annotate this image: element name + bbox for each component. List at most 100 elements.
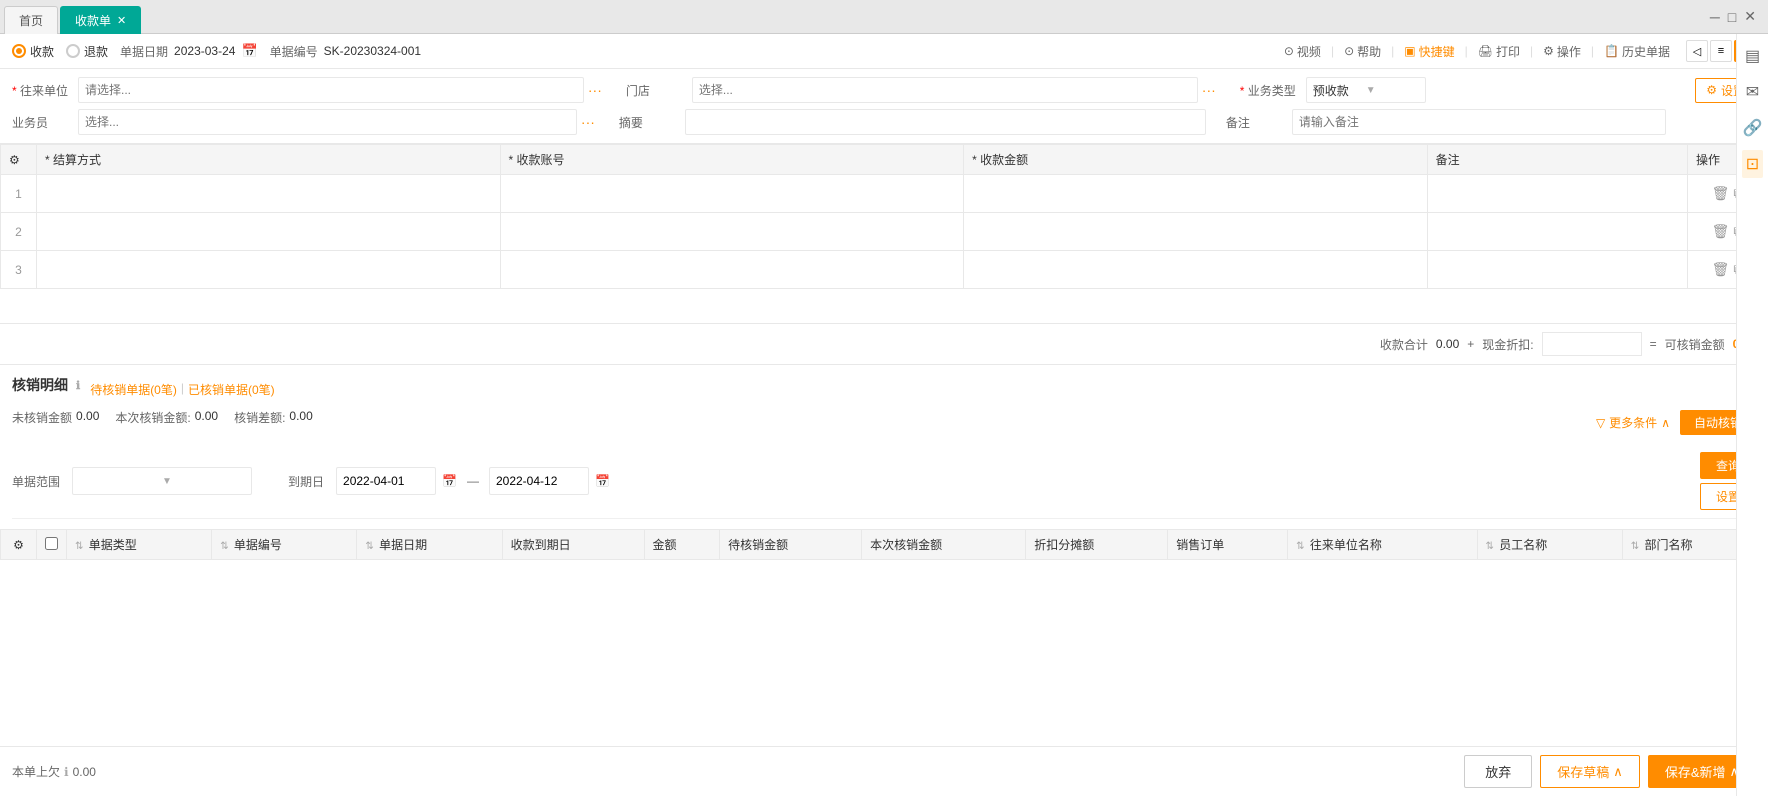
verify-tabs: 待核销单据(0笔) | 已核销单据(0笔): [90, 381, 274, 398]
diff-label: 核销差额:: [234, 409, 285, 426]
form-row-1: * 往来单位 ··· 门店 ··· * 业务类型 预收款 ▼: [12, 77, 1756, 103]
row1-account[interactable]: [500, 175, 964, 213]
settings-icon: ⚙: [9, 153, 20, 167]
shortcut-link[interactable]: ▣ 快捷键: [1404, 43, 1454, 60]
video-link[interactable]: ⊙ 视频: [1284, 43, 1321, 60]
bth-amount[interactable]: 金额: [644, 530, 720, 560]
save-draft-button[interactable]: 保存草稿 ∧: [1540, 755, 1640, 788]
tab-receipt[interactable]: 收款单 ✕: [60, 6, 141, 34]
row1-payment[interactable]: [37, 175, 501, 213]
radio-receipt[interactable]: 收款: [12, 43, 54, 60]
due-label: 到期日: [288, 473, 324, 490]
minimize-button[interactable]: ─: [1710, 8, 1720, 25]
row2-account[interactable]: [500, 213, 964, 251]
row3-remark[interactable]: [1427, 251, 1687, 289]
current-stat: 本次核销金额: 0.00: [115, 409, 218, 426]
bth-discount[interactable]: 折扣分摊额: [1026, 530, 1168, 560]
tab-done[interactable]: 已核销单据(0笔): [188, 381, 275, 398]
date-value[interactable]: 2023-03-24: [174, 44, 235, 58]
staff-input[interactable]: [78, 109, 577, 135]
video-label: 视频: [1297, 43, 1321, 60]
footer-buttons: 放弃 保存草稿 ∧ 保存&新增 ∧: [1464, 755, 1756, 788]
plus-sign: +: [1467, 337, 1474, 351]
bth-current[interactable]: 本次核销金额: [862, 530, 1026, 560]
footer-info-icon[interactable]: ℹ: [64, 765, 69, 779]
bth-bill-num[interactable]: 单据编号: [212, 530, 357, 560]
discount-input[interactable]: [1542, 332, 1642, 356]
unchecked-stat: 未核销金额 0.00: [12, 409, 99, 426]
radio-refund[interactable]: 退款: [66, 43, 108, 60]
bth-bill-type[interactable]: 单据类型: [67, 530, 212, 560]
prev-icon-btn[interactable]: ◁: [1686, 40, 1708, 62]
sidebar-clip-icon[interactable]: 🔗: [1739, 114, 1767, 142]
unit-more-icon[interactable]: ···: [584, 82, 606, 98]
print-link[interactable]: 🖨 打印: [1478, 43, 1520, 60]
row2-delete-icon[interactable]: 🗑: [1712, 223, 1730, 240]
bth-sales-order[interactable]: 销售订单: [1168, 530, 1288, 560]
shop-input[interactable]: [692, 77, 1198, 103]
maximize-button[interactable]: □: [1728, 8, 1736, 25]
abandon-button[interactable]: 放弃: [1464, 755, 1532, 788]
verify-info-icon[interactable]: ℹ: [76, 379, 80, 392]
select-all-checkbox[interactable]: [45, 537, 58, 550]
row1-num: 1: [1, 175, 37, 213]
list-icon-btn[interactable]: ≡: [1710, 40, 1732, 62]
row3-account[interactable]: [500, 251, 964, 289]
cal-start-icon[interactable]: 📅: [442, 474, 457, 488]
remark-field: 备注: [1226, 109, 1666, 135]
sidebar-table-icon[interactable]: ▤: [1741, 42, 1764, 70]
tab-receipt-close[interactable]: ✕: [117, 14, 126, 27]
tab-pending[interactable]: 待核销单据(0笔): [90, 381, 177, 398]
biz-type-value: 预收款: [1313, 82, 1366, 99]
sep1: |: [1331, 44, 1334, 58]
number-value[interactable]: SK-20230324-001: [324, 44, 421, 58]
shop-more-icon[interactable]: ···: [1198, 82, 1220, 98]
calendar-icon[interactable]: 📅: [241, 43, 257, 59]
bth-checkbox[interactable]: [37, 530, 67, 560]
more-filter-label: 更多条件: [1609, 414, 1657, 431]
scope-select[interactable]: ▼: [72, 467, 252, 495]
shop-label: 门店: [626, 82, 686, 99]
operation-link[interactable]: ⚙ 操作: [1543, 43, 1581, 60]
sep4: |: [1530, 44, 1533, 58]
print-icon: 🖨: [1478, 44, 1493, 58]
main-table: ⚙ * 结算方式 * 收款账号 * 收款金额 备注 操作: [0, 144, 1768, 289]
row2-amount[interactable]: [964, 213, 1428, 251]
close-button[interactable]: ✕: [1744, 8, 1756, 25]
memo-label: 摘要: [619, 114, 679, 131]
row1-delete-icon[interactable]: 🗑: [1712, 185, 1730, 202]
total-value: 0.00: [1436, 337, 1459, 351]
sidebar-scan-icon[interactable]: ⊡: [1742, 150, 1763, 178]
row1-remark[interactable]: [1427, 175, 1687, 213]
bth-settings[interactable]: ⚙: [1, 530, 37, 560]
unit-input[interactable]: [78, 77, 584, 103]
sidebar-mail-icon[interactable]: ✉: [1742, 78, 1763, 106]
staff-more-icon[interactable]: ···: [577, 114, 599, 130]
row2-remark[interactable]: [1427, 213, 1687, 251]
date-start-input[interactable]: [336, 467, 436, 495]
th-settings[interactable]: ⚙: [1, 145, 37, 175]
bth-staff[interactable]: 员工名称: [1477, 530, 1622, 560]
bth-due-date[interactable]: 收款到期日: [502, 530, 644, 560]
row2-payment[interactable]: [37, 213, 501, 251]
row3-delete-icon[interactable]: 🗑: [1712, 261, 1730, 278]
bth-unit[interactable]: 往来单位名称: [1288, 530, 1477, 560]
tab-home[interactable]: 首页: [4, 6, 58, 34]
cal-end-icon[interactable]: 📅: [595, 474, 610, 488]
bth-bill-date[interactable]: 单据日期: [357, 530, 502, 560]
number-field: 单据编号 SK-20230324-001: [270, 43, 421, 60]
row1-amount[interactable]: [964, 175, 1428, 213]
tab-bar: 首页 收款单 ✕ ─ □ ✕: [0, 0, 1768, 34]
bth-pending[interactable]: 待核销金额: [720, 530, 862, 560]
tab-home-label: 首页: [19, 12, 43, 29]
date-end-input[interactable]: [489, 467, 589, 495]
help-link[interactable]: ⊙ 帮助: [1344, 43, 1381, 60]
biz-type-select[interactable]: 预收款 ▼: [1306, 77, 1426, 103]
more-filter-btn[interactable]: ▽ 更多条件 ∧: [1596, 414, 1670, 431]
right-sidebar: ▤ ✉ 🔗 ⊡: [1736, 34, 1768, 796]
memo-input[interactable]: [685, 109, 1206, 135]
row3-amount[interactable]: [964, 251, 1428, 289]
row3-payment[interactable]: [37, 251, 501, 289]
history-link[interactable]: 📋 历史单据: [1604, 43, 1670, 60]
remark-input[interactable]: [1292, 109, 1666, 135]
